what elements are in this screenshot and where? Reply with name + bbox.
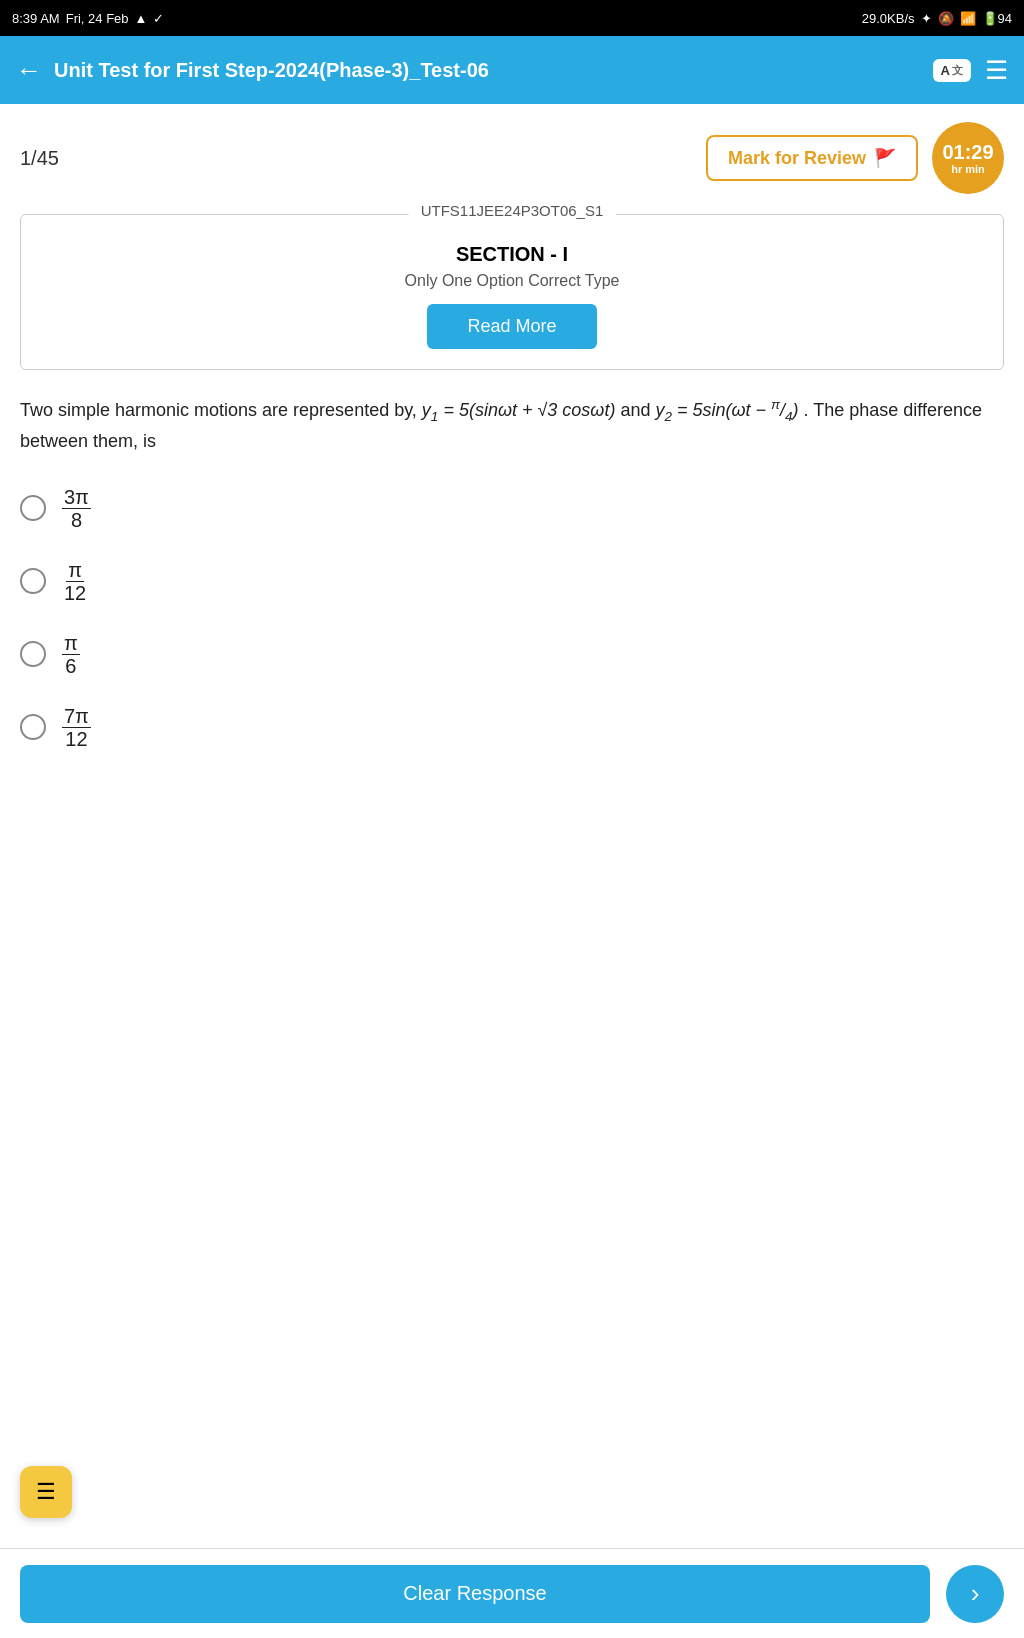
check-icon: ✓ xyxy=(153,11,164,26)
header-title: Unit Test for First Step-2024(Phase-3)_T… xyxy=(54,59,921,82)
fraction-c-den: 6 xyxy=(63,655,78,677)
question-text: Two simple harmonic motions are represen… xyxy=(20,394,1004,456)
header: ← Unit Test for First Step-2024(Phase-3)… xyxy=(0,36,1024,104)
bottom-bar: Clear Response › xyxy=(0,1548,1024,1638)
language-button[interactable]: A 文 xyxy=(933,59,971,82)
option-b[interactable]: π 12 xyxy=(20,559,1004,604)
fraction-b: π 12 xyxy=(62,559,88,604)
flag-icon: 🚩 xyxy=(874,147,896,169)
fraction-c-num: π xyxy=(62,632,80,655)
fraction-a-den: 8 xyxy=(69,509,84,531)
date: Fri, 24 Feb xyxy=(66,11,129,26)
section-subtitle: Only One Option Correct Type xyxy=(41,272,983,290)
section-code: UTFS11JEE24P3OT06_S1 xyxy=(409,202,616,219)
radio-a[interactable] xyxy=(20,495,46,521)
timer-value: 01:29 xyxy=(942,141,993,163)
timer: 01:29 hr min xyxy=(932,122,1004,194)
equation-2: y2 = 5sin(ωt − π/4) xyxy=(655,400,803,420)
section-title: SECTION - I xyxy=(41,243,983,266)
option-b-text: π 12 xyxy=(62,559,88,604)
section-box-inner: SECTION - I Only One Option Correct Type… xyxy=(21,215,1003,369)
status-bar: 8:39 AM Fri, 24 Feb ▲ ✓ 29.0KB/s ✦ 🔕 📶 🔋… xyxy=(0,0,1024,36)
clear-response-button[interactable]: Clear Response xyxy=(20,1565,930,1623)
signal-icon: ▲ xyxy=(135,11,148,26)
time: 8:39 AM xyxy=(12,11,60,26)
mark-review-button[interactable]: Mark for Review 🚩 xyxy=(706,135,918,181)
wifi-icon: 📶 xyxy=(960,11,976,26)
next-icon: › xyxy=(971,1578,980,1609)
top-row: 1/45 Mark for Review 🚩 01:29 hr min xyxy=(20,122,1004,194)
options-list: 3π 8 π 12 π 6 xyxy=(20,486,1004,750)
lang-label: A xyxy=(941,63,950,78)
fraction-d: 7π 12 xyxy=(62,705,91,750)
status-left: 8:39 AM Fri, 24 Feb ▲ ✓ xyxy=(12,11,164,26)
radio-b[interactable] xyxy=(20,568,46,594)
option-d[interactable]: 7π 12 xyxy=(20,705,1004,750)
option-d-text: 7π 12 xyxy=(62,705,91,750)
section-box: UTFS11JEE24P3OT06_S1 SECTION - I Only On… xyxy=(20,214,1004,370)
fraction-d-num: 7π xyxy=(62,705,91,728)
fraction-b-num: π xyxy=(66,559,84,582)
equation-1: y1 = 5(sinωt + √3 cosωt) xyxy=(422,400,621,420)
fraction-d-den: 12 xyxy=(63,728,89,750)
question-count: 1/45 xyxy=(20,147,59,170)
floating-menu-button[interactable]: ☰ xyxy=(20,1466,72,1518)
timer-unit: hr min xyxy=(951,163,985,175)
option-c[interactable]: π 6 xyxy=(20,632,1004,677)
bluetooth-icon: ✦ xyxy=(921,11,932,26)
radio-c[interactable] xyxy=(20,641,46,667)
battery-icon: 🔋94 xyxy=(982,11,1012,26)
option-a-text: 3π 8 xyxy=(62,486,91,531)
fraction-c: π 6 xyxy=(62,632,80,677)
top-right: Mark for Review 🚩 01:29 hr min xyxy=(706,122,1004,194)
next-button[interactable]: › xyxy=(946,1565,1004,1623)
back-button[interactable]: ← xyxy=(16,55,42,86)
menu-button[interactable]: ☰ xyxy=(985,55,1008,86)
lang-icon: 文 xyxy=(952,63,963,78)
option-c-text: π 6 xyxy=(62,632,80,677)
fraction-a: 3π 8 xyxy=(62,486,91,531)
floating-icon: ☰ xyxy=(36,1479,56,1505)
header-icons: A 文 ☰ xyxy=(933,55,1008,86)
option-a[interactable]: 3π 8 xyxy=(20,486,1004,531)
fraction-a-num: 3π xyxy=(62,486,91,509)
mute-icon: 🔕 xyxy=(938,11,954,26)
status-right: 29.0KB/s ✦ 🔕 📶 🔋94 xyxy=(862,11,1012,26)
mark-review-label: Mark for Review xyxy=(728,148,866,169)
network-speed: 29.0KB/s xyxy=(862,11,915,26)
read-more-button[interactable]: Read More xyxy=(427,304,596,349)
radio-d[interactable] xyxy=(20,714,46,740)
main-content: 1/45 Mark for Review 🚩 01:29 hr min UTFS… xyxy=(0,104,1024,880)
fraction-b-den: 12 xyxy=(62,582,88,604)
